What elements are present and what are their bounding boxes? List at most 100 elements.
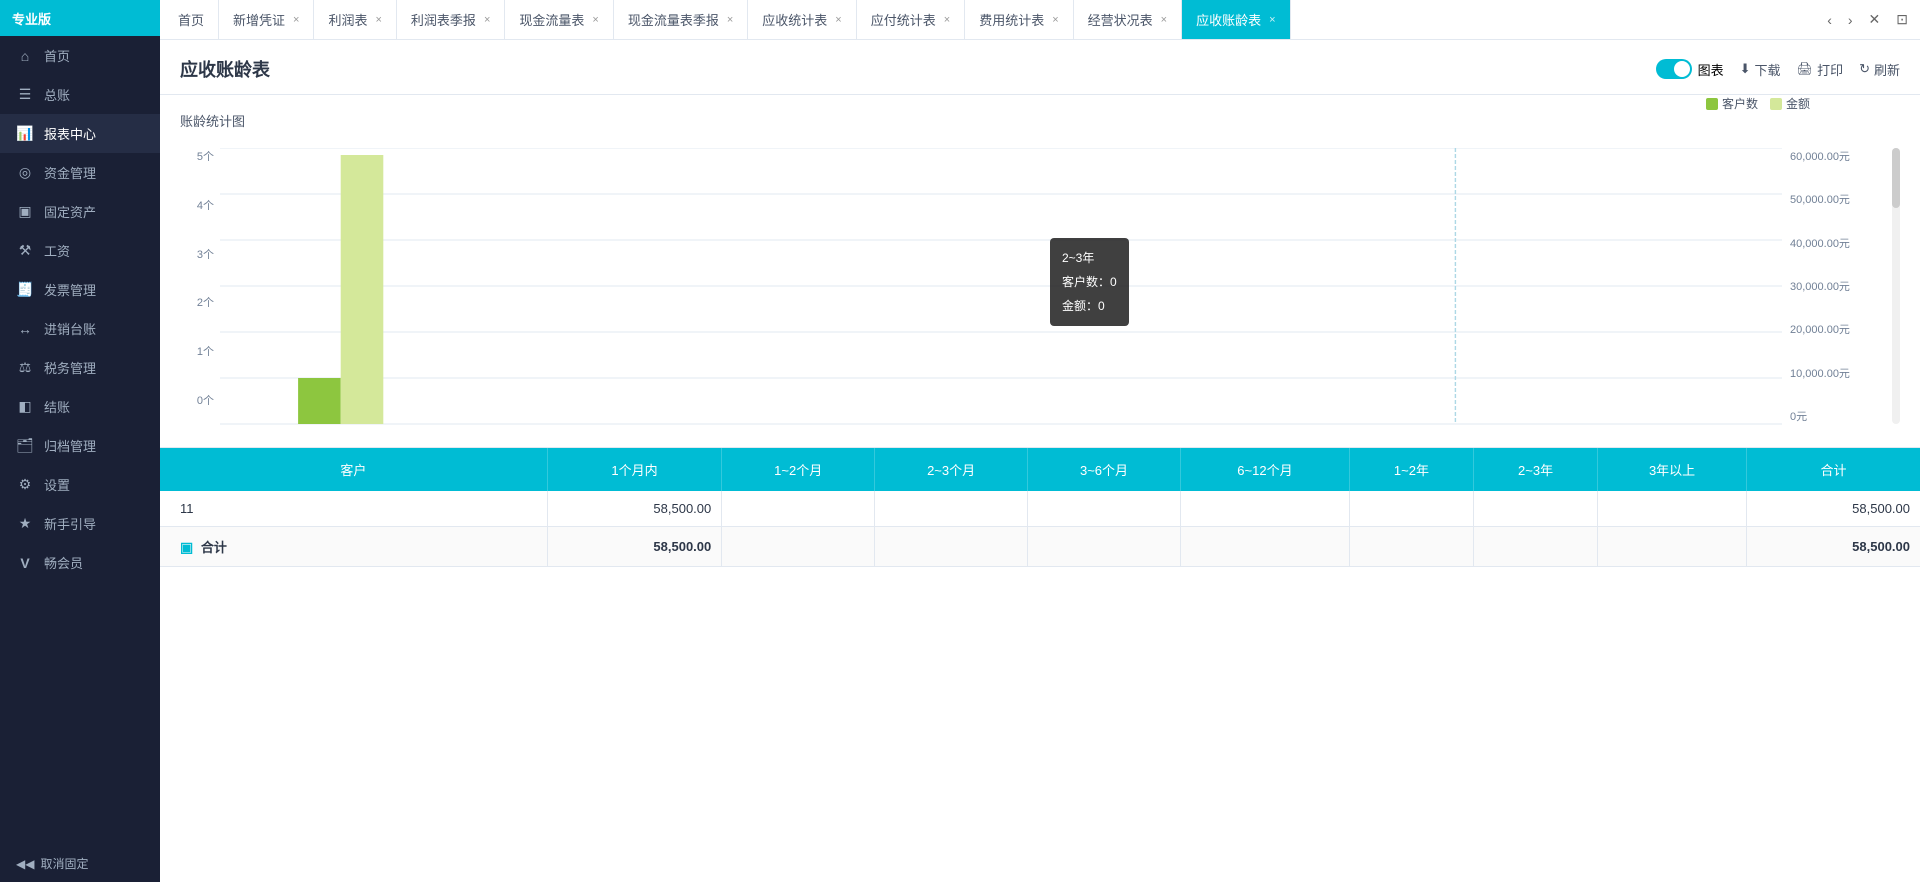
sidebar-item-salary[interactable]: ⚒ 工资 [0, 231, 160, 270]
tab-close-ar-stat[interactable]: × [835, 14, 841, 26]
tab-expense[interactable]: 费用统计表 × [965, 0, 1073, 40]
sidebar: 专业版 ⌂ 首页 ☰ 总账 📊 报表中心 ◎ 资金管理 ▣ 固定资产 ⚒ 工资 … [0, 0, 160, 882]
tab-home[interactable]: 首页 [164, 0, 219, 40]
col-12y: 1~2年 [1349, 448, 1473, 491]
chart-inner: 1个月内 1~2个月 2~3个月 3~6个月 6~12个月 1~2年 2~3年 … [220, 148, 1782, 431]
sidebar-item-reports[interactable]: 📊 报表中心 [0, 114, 160, 153]
tooltip-amount: 金额：0 [1062, 294, 1117, 318]
tab-close-expense[interactable]: × [1052, 14, 1058, 26]
sidebar-item-invoice[interactable]: 🧾 发票管理 [0, 270, 160, 309]
tab-close-cashflow-q[interactable]: × [727, 14, 733, 26]
tab-ap-stat[interactable]: 应付统计表 × [857, 0, 965, 40]
reports-icon: 📊 [16, 125, 34, 142]
sidebar-item-label: 归档管理 [44, 436, 96, 455]
tab-close-cashflow[interactable]: × [592, 14, 598, 26]
legend-customers-label: 客户数 [1722, 95, 1758, 112]
total-36m [1028, 527, 1181, 567]
total-icon: ▣ [180, 539, 193, 555]
col-total: 合计 [1747, 448, 1920, 491]
sidebar-item-settings[interactable]: ⚙ 设置 [0, 465, 160, 504]
sidebar-item-label: 报表中心 [44, 124, 96, 143]
cell-3yplus [1598, 491, 1747, 527]
tab-close-profit[interactable]: × [375, 14, 381, 26]
tab-maximize[interactable]: ⊡ [1888, 0, 1916, 40]
sidebar-item-label: 固定资产 [44, 202, 96, 221]
sidebar-item-tax[interactable]: ⚖ 税务管理 [0, 348, 160, 387]
tab-close-ar-aging[interactable]: × [1269, 14, 1275, 26]
legend-customers-dot [1706, 98, 1718, 110]
chart-scrollbar-thumb[interactable] [1892, 148, 1900, 208]
chart-title: 账龄统计图 [180, 111, 245, 130]
tab-cashflow-q[interactable]: 现金流量表季报 × [614, 0, 748, 40]
cell-customer: 11 [160, 491, 547, 527]
sidebar-item-label: 进销台账 [44, 319, 96, 338]
guide-icon: ★ [16, 515, 34, 532]
sidebar-item-assets[interactable]: ▣ 固定资产 [0, 192, 160, 231]
sidebar-item-guide[interactable]: ★ 新手引导 [0, 504, 160, 543]
page-title: 应收账龄表 [180, 56, 270, 82]
footer-label: 取消固定 [40, 855, 88, 872]
collapse-icon: ◀◀ [16, 857, 34, 871]
page-actions: 图表 ⬇ 下载 🖨 打印 ↻ 刷新 [1656, 59, 1900, 79]
tab-profit[interactable]: 利润表 × [314, 0, 396, 40]
chart-toggle-label: 图表 [1698, 60, 1724, 79]
total-1m: 58,500.00 [547, 527, 722, 567]
download-button[interactable]: ⬇ 下载 [1740, 60, 1781, 79]
tab-close-biz[interactable]: × [1161, 14, 1167, 26]
col-12m: 1~2个月 [722, 448, 875, 491]
total-23m [875, 527, 1028, 567]
sidebar-item-archive[interactable]: 🗂 归档管理 [0, 426, 160, 465]
data-table-wrapper: 客户 1个月内 1~2个月 2~3个月 3~6个月 6~12个月 1~2年 2~… [160, 448, 1920, 882]
tooltip-period: 2~3年 [1062, 246, 1117, 270]
tab-cashflow[interactable]: 现金流量表 × [505, 0, 613, 40]
total-12m [722, 527, 875, 567]
toggle-track[interactable] [1656, 59, 1692, 79]
tab-ar-stat[interactable]: 应收统计表 × [748, 0, 856, 40]
chart-scrollbar[interactable] [1892, 148, 1900, 424]
col-customer: 客户 [160, 448, 547, 491]
chart-legend: 客户数 金额 [1706, 95, 1810, 112]
app-logo: 专业版 [0, 0, 160, 36]
col-36m: 3~6个月 [1028, 448, 1181, 491]
refresh-button[interactable]: ↻ 刷新 [1859, 60, 1900, 79]
sidebar-item-purchase[interactable]: ↔ 进销台账 [0, 309, 160, 348]
sidebar-item-settle[interactable]: ◧ 结账 [0, 387, 160, 426]
sidebar-item-member[interactable]: V 畅会员 [0, 543, 160, 582]
col-23y: 2~3年 [1474, 448, 1598, 491]
tab-close-ap-stat[interactable]: × [944, 14, 950, 26]
tab-close-profit-q[interactable]: × [484, 14, 490, 26]
y-axis-left: 5个 4个 3个 2个 1个 0个 [180, 148, 220, 408]
tab-nav-prev[interactable]: ‹ [1819, 0, 1840, 40]
tax-icon: ⚖ [16, 359, 34, 376]
tab-close-all[interactable]: ✕ [1861, 0, 1889, 40]
sidebar-item-label: 新手引导 [44, 514, 96, 533]
col-612m: 6~12个月 [1180, 448, 1349, 491]
cell-total: 58,500.00 [1747, 491, 1920, 527]
total-23y [1474, 527, 1598, 567]
total-3yplus [1598, 527, 1747, 567]
sidebar-item-funds[interactable]: ◎ 资金管理 [0, 153, 160, 192]
table-header-row: 客户 1个月内 1~2个月 2~3个月 3~6个月 6~12个月 1~2年 2~… [160, 448, 1920, 491]
total-label: ▣ 合计 [160, 527, 547, 567]
chart-toggle[interactable]: 图表 [1656, 59, 1724, 79]
col-3yplus: 3年以上 [1598, 448, 1747, 491]
legend-amount: 金额 [1770, 95, 1810, 112]
tab-nav-next[interactable]: › [1840, 0, 1861, 40]
sidebar-item-label: 工资 [44, 241, 70, 260]
tab-ar-aging[interactable]: 应收账龄表 × [1182, 0, 1290, 40]
tab-biz[interactable]: 经营状况表 × [1074, 0, 1182, 40]
page-content-area: 应收账龄表 图表 ⬇ 下载 🖨 打印 ↻ 刷新 [160, 40, 1920, 882]
tab-voucher[interactable]: 新增凭证 × [219, 0, 314, 40]
tab-profit-q[interactable]: 利润表季报 × [397, 0, 505, 40]
cell-36m [1028, 491, 1181, 527]
sidebar-footer-toggle[interactable]: ◀◀ 取消固定 [0, 845, 160, 882]
sidebar-item-label: 发票管理 [44, 280, 96, 299]
cell-23y [1474, 491, 1598, 527]
tab-bar: 首页 新增凭证 × 利润表 × 利润表季报 × 现金流量表 × 现金流量表季报 … [160, 0, 1920, 40]
sidebar-item-ledger[interactable]: ☰ 总账 [0, 75, 160, 114]
print-button[interactable]: 🖨 打印 [1797, 60, 1844, 79]
sidebar-item-home[interactable]: ⌂ 首页 [0, 36, 160, 75]
tab-close-voucher[interactable]: × [293, 14, 299, 26]
cell-1m: 58,500.00 [547, 491, 722, 527]
download-icon: ⬇ [1740, 61, 1751, 77]
